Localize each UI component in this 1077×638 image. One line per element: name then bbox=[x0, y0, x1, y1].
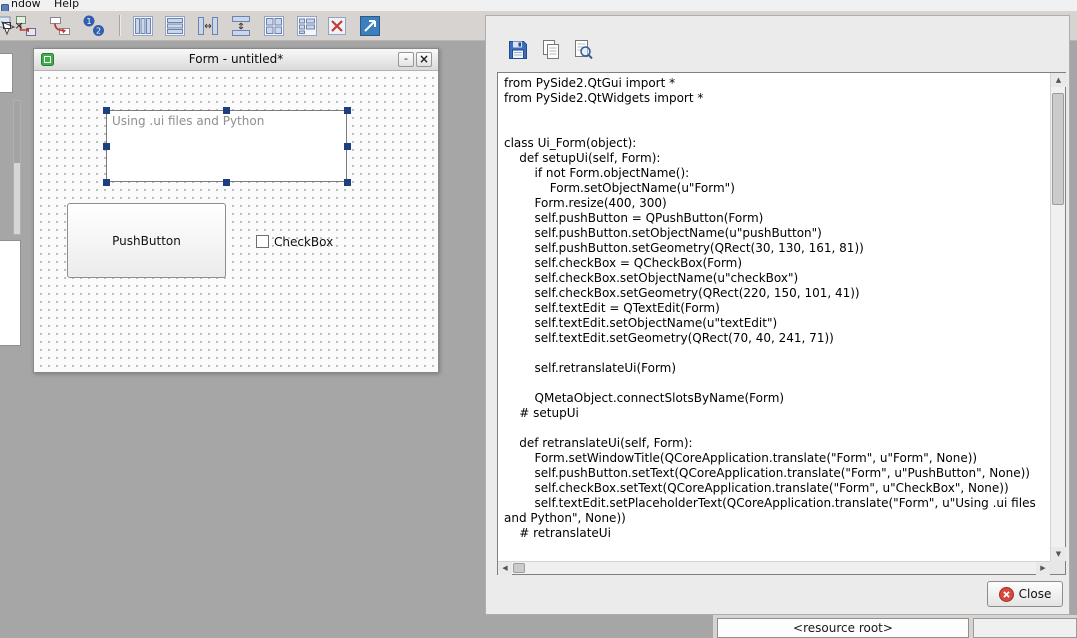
vertical-scrollbar-thumb[interactable] bbox=[1052, 93, 1064, 205]
form-window-title: Form - untitled* bbox=[34, 52, 438, 66]
copy-icon[interactable] bbox=[539, 38, 563, 62]
layout-horizontal-icon[interactable] bbox=[131, 14, 155, 38]
dock-close-icon[interactable]: × bbox=[13, 20, 25, 32]
close-circle-icon bbox=[999, 587, 1014, 602]
edit-tab-order-icon[interactable]: 12 bbox=[82, 14, 106, 38]
save-icon[interactable] bbox=[506, 38, 530, 62]
minimize-button[interactable]: - bbox=[398, 52, 414, 67]
qt-designer-app: ndow Help 12 bbox=[0, 0, 1077, 638]
svg-text:2: 2 bbox=[96, 27, 101, 36]
left-scrollbar-fragment[interactable] bbox=[13, 100, 21, 235]
left-panel-fragment[interactable] bbox=[0, 53, 13, 93]
selection-handle-top-right[interactable] bbox=[344, 107, 351, 114]
resource-browser-dock: <resource root> bbox=[713, 615, 1077, 638]
scroll-up-icon[interactable]: ▲ bbox=[1051, 73, 1066, 87]
selection-handle-bottom-left[interactable] bbox=[103, 179, 110, 186]
selection-handle-bottom-center[interactable] bbox=[223, 179, 230, 186]
horizontal-scrollbar[interactable]: ◀ ▶ bbox=[498, 561, 1050, 574]
scroll-right-icon[interactable]: ▶ bbox=[1036, 562, 1050, 575]
break-layout-icon[interactable] bbox=[325, 14, 349, 38]
left-panel-fragment-2[interactable] bbox=[0, 240, 21, 346]
code-text: from PySide2.QtGui import * from PySide2… bbox=[504, 76, 1047, 558]
dock-float-button[interactable] bbox=[1, 20, 13, 32]
svg-text:1: 1 bbox=[86, 17, 91, 26]
resource-root-item[interactable]: <resource root> bbox=[717, 618, 969, 638]
close-button[interactable]: Close bbox=[987, 581, 1063, 607]
layout-vertical-splitter-icon[interactable] bbox=[229, 14, 253, 38]
code-preview-dialog: from PySide2.QtGui import * from PySide2… bbox=[485, 15, 1070, 615]
textedit-placeholder: Using .ui files and Python bbox=[112, 114, 264, 128]
selection-handle-top-center[interactable] bbox=[223, 107, 230, 114]
layout-form-icon[interactable] bbox=[295, 14, 319, 38]
form-designer-window: Form - untitled* - × Using .ui files and… bbox=[33, 48, 439, 373]
close-window-button[interactable]: × bbox=[416, 52, 432, 67]
menu-window[interactable]: ndow bbox=[11, 0, 41, 10]
code-editor[interactable]: from PySide2.QtGui import * from PySide2… bbox=[497, 72, 1066, 575]
left-scrollbar-thumb[interactable] bbox=[14, 101, 20, 163]
checkbox-widget[interactable]: CheckBox bbox=[256, 221, 357, 262]
scroll-left-icon[interactable]: ◀ bbox=[498, 562, 512, 575]
selection-handle-bottom-right[interactable] bbox=[344, 179, 351, 186]
selection-handle-top-left[interactable] bbox=[103, 107, 110, 114]
resource-panel-fragment[interactable] bbox=[973, 618, 1077, 638]
pushbutton-widget[interactable]: PushButton bbox=[67, 203, 226, 278]
checkbox-indicator[interactable] bbox=[256, 235, 269, 248]
find-icon[interactable] bbox=[571, 38, 595, 62]
selection-handle-mid-left[interactable] bbox=[103, 143, 110, 150]
horizontal-scrollbar-thumb[interactable] bbox=[513, 563, 525, 573]
form-canvas[interactable]: Using .ui files and Python PushButton Ch… bbox=[34, 71, 438, 372]
textedit-widget[interactable]: Using .ui files and Python bbox=[106, 110, 347, 182]
menu-bar: ndow Help bbox=[0, 0, 1077, 11]
scroll-down-icon[interactable]: ▼ bbox=[1051, 547, 1066, 561]
selection-handle-mid-right[interactable] bbox=[344, 143, 351, 150]
layout-grid-icon[interactable] bbox=[262, 14, 286, 38]
adjust-size-icon[interactable] bbox=[358, 14, 382, 38]
window-icon bbox=[1, 1, 9, 11]
vertical-scrollbar[interactable]: ▲ ▼ bbox=[1050, 73, 1065, 561]
checkbox-label: CheckBox bbox=[274, 235, 333, 249]
layout-horizontal-splitter-icon[interactable] bbox=[196, 14, 220, 38]
form-window-titlebar[interactable]: Form - untitled* - × bbox=[34, 49, 438, 71]
scrollbar-corner bbox=[1050, 561, 1065, 574]
toolbar-separator bbox=[119, 15, 121, 36]
close-button-label: Close bbox=[1019, 587, 1052, 601]
menu-help[interactable]: Help bbox=[54, 0, 79, 10]
layout-vertical-icon[interactable] bbox=[163, 14, 187, 38]
pushbutton-label: PushButton bbox=[112, 234, 181, 248]
edit-buddies-icon[interactable] bbox=[48, 14, 72, 38]
